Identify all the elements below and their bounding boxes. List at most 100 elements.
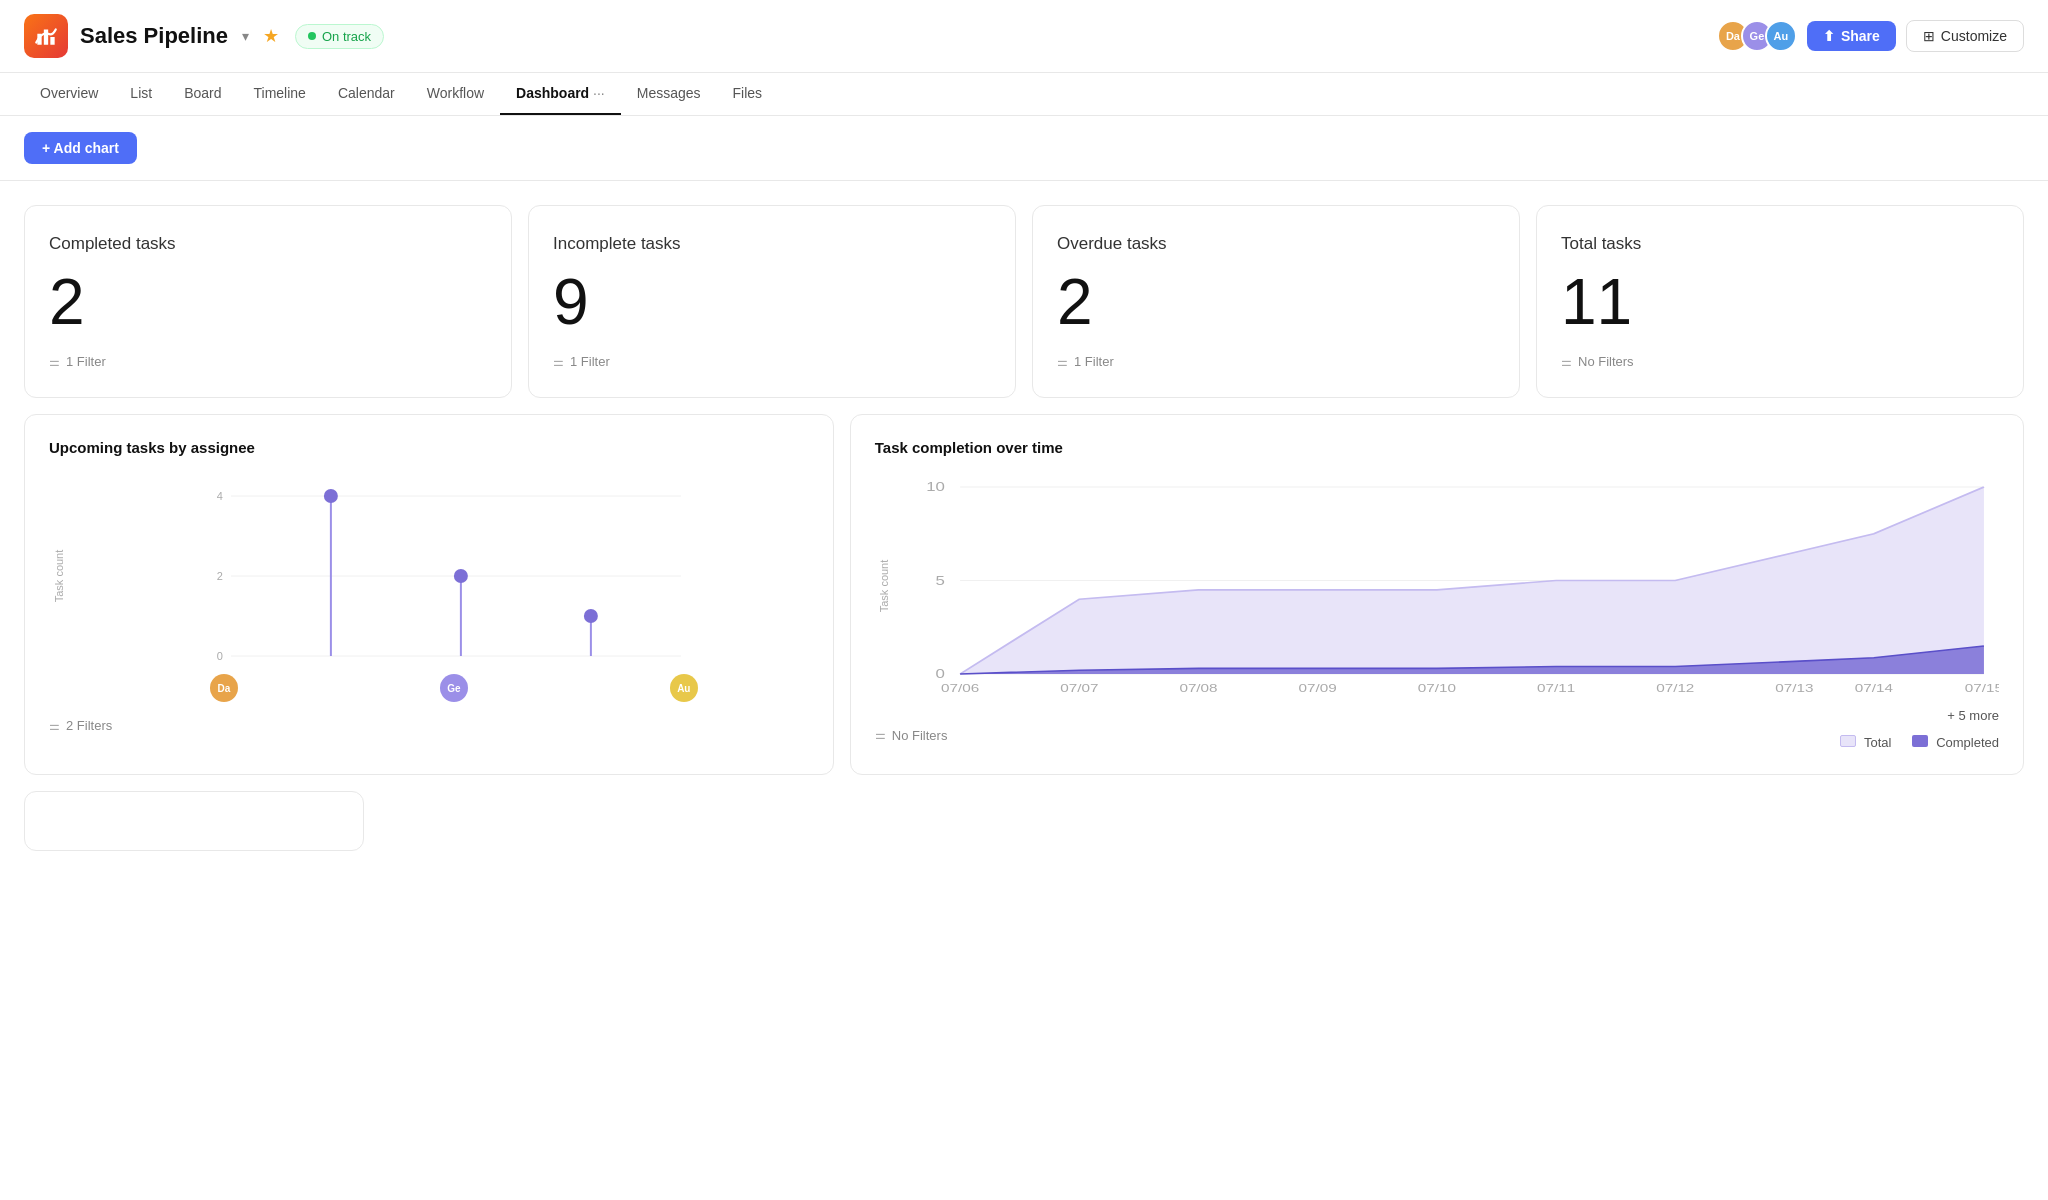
svg-text:4: 4 — [217, 490, 223, 502]
stat-total: Total tasks 11 ⚌ No Filters — [1536, 205, 2024, 398]
bar-chart-x-axis: Da Ge Au — [109, 674, 799, 702]
star-icon[interactable]: ★ — [263, 25, 279, 47]
add-chart-button[interactable]: + Add chart — [24, 132, 137, 164]
legend-total-swatch — [1840, 735, 1856, 747]
avatar-au-chart: Au — [670, 674, 698, 702]
stat-completed: Completed tasks 2 ⚌ 1 Filter — [24, 205, 512, 398]
bottom-partial-card — [24, 791, 364, 851]
svg-point-11 — [584, 609, 598, 623]
bar-chart-filter-label: 2 Filters — [66, 718, 112, 733]
svg-text:07/06: 07/06 — [941, 682, 979, 694]
svg-text:07/07: 07/07 — [1060, 682, 1098, 694]
stat-total-value: 11 — [1561, 270, 1632, 334]
share-icon: ⬆ — [1823, 28, 1835, 44]
area-chart-bottom: ⚌ No Filters + 5 more Total Completed — [875, 704, 1999, 750]
more-dates-label[interactable]: + 5 more — [1947, 708, 1999, 723]
bar-chart-area: Task count 4 2 0 — [49, 476, 809, 676]
svg-text:2: 2 — [217, 570, 223, 582]
project-title: Sales Pipeline — [80, 23, 228, 49]
status-badge[interactable]: On track — [295, 24, 384, 49]
svg-text:07/11: 07/11 — [1537, 682, 1575, 694]
status-dot-icon — [308, 32, 316, 40]
legend-completed-swatch — [1912, 735, 1928, 747]
stat-overdue: Overdue tasks 2 ⚌ 1 Filter — [1032, 205, 1520, 398]
stat-completed-filter[interactable]: ⚌ 1 Filter — [49, 354, 106, 369]
charts-row: Upcoming tasks by assignee Task count 4 … — [24, 414, 2024, 775]
stat-overdue-value: 2 — [1057, 270, 1093, 334]
chevron-icon[interactable]: ▾ — [242, 28, 249, 44]
customize-button[interactable]: ⊞ Customize — [1906, 20, 2024, 52]
svg-point-9 — [454, 569, 468, 583]
area-chart-svg: 10 5 0 07/06 07 — [899, 476, 1999, 696]
customize-label: Customize — [1941, 28, 2007, 44]
nav-messages[interactable]: Messages — [621, 73, 717, 115]
avatar-da-chart: Da — [210, 674, 238, 702]
stat-total-title: Total tasks — [1561, 234, 1641, 254]
nav-dashboard[interactable]: Dashboard ··· — [500, 73, 621, 115]
svg-text:5: 5 — [935, 574, 944, 587]
svg-text:07/12: 07/12 — [1656, 682, 1694, 694]
svg-text:07/09: 07/09 — [1298, 682, 1336, 694]
nav-board[interactable]: Board — [168, 73, 237, 115]
svg-text:07/14: 07/14 — [1855, 682, 1893, 694]
stats-row: Completed tasks 2 ⚌ 1 Filter Incomplete … — [24, 205, 2024, 398]
bar-chart-title: Upcoming tasks by assignee — [49, 439, 809, 456]
area-chart-card: Task completion over time Task count 10 … — [850, 414, 2024, 775]
area-chart-filter-label: No Filters — [892, 728, 948, 743]
filter-icon: ⚌ — [875, 728, 886, 742]
filter-icon: ⚌ — [553, 355, 564, 369]
svg-text:0: 0 — [935, 668, 944, 681]
stat-total-filter[interactable]: ⚌ No Filters — [1561, 354, 1634, 369]
svg-text:07/15: 07/15 — [1965, 682, 1999, 694]
avatar-ge-chart: Ge — [440, 674, 468, 702]
header-right: Da Ge Au ⬆ Share ⊞ Customize — [1709, 20, 2024, 52]
area-chart-title: Task completion over time — [875, 439, 1999, 456]
header: Sales Pipeline ▾ ★ On track Da Ge Au ⬆ S… — [0, 0, 2048, 73]
bar-chart-footer[interactable]: ⚌ 2 Filters — [49, 718, 809, 733]
nav-calendar[interactable]: Calendar — [322, 73, 411, 115]
bar-chart-y-axis-label: Task count — [53, 550, 65, 603]
area-chart-y-label-container: Task count — [875, 476, 895, 696]
customize-icon: ⊞ — [1923, 28, 1935, 44]
status-label: On track — [322, 29, 371, 44]
chart-legend: Total Completed — [1840, 735, 1999, 750]
share-button[interactable]: ⬆ Share — [1807, 21, 1896, 51]
app-icon — [24, 14, 68, 58]
area-chart-right: + 5 more Total Completed — [1840, 704, 1999, 750]
filter-icon: ⚌ — [49, 355, 60, 369]
stat-completed-value: 2 — [49, 270, 85, 334]
legend-completed: Completed — [1912, 735, 2000, 750]
svg-text:0: 0 — [217, 650, 223, 662]
nav-bar: Overview List Board Timeline Calendar Wo… — [0, 73, 2048, 116]
nav-workflow[interactable]: Workflow — [411, 73, 500, 115]
area-chart-footer[interactable]: ⚌ No Filters — [875, 728, 948, 743]
nav-files[interactable]: Files — [717, 73, 779, 115]
area-chart-area: Task count 10 5 0 — [875, 476, 1999, 696]
stat-incomplete: Incomplete tasks 9 ⚌ 1 Filter — [528, 205, 1016, 398]
avatar-au[interactable]: Au — [1765, 20, 1797, 52]
svg-text:10: 10 — [926, 481, 945, 494]
nav-list[interactable]: List — [114, 73, 168, 115]
svg-point-7 — [324, 489, 338, 503]
legend-total: Total — [1840, 735, 1892, 750]
legend-completed-label: Completed — [1936, 735, 1999, 750]
bar-chart-svg: 4 2 0 — [73, 476, 809, 676]
stat-completed-title: Completed tasks — [49, 234, 176, 254]
area-chart-y-axis-label: Task count — [879, 560, 891, 613]
stat-overdue-filter[interactable]: ⚌ 1 Filter — [1057, 354, 1114, 369]
nav-timeline[interactable]: Timeline — [238, 73, 322, 115]
main-content: Completed tasks 2 ⚌ 1 Filter Incomplete … — [0, 197, 2048, 875]
legend-total-label: Total — [1864, 735, 1891, 750]
filter-icon: ⚌ — [1561, 355, 1572, 369]
stat-incomplete-value: 9 — [553, 270, 589, 334]
app-logo-icon — [33, 23, 59, 49]
bar-chart-y-axis-label-container: Task count — [49, 476, 69, 676]
stat-incomplete-title: Incomplete tasks — [553, 234, 681, 254]
toolbar: + Add chart — [0, 116, 2048, 180]
nav-overview[interactable]: Overview — [24, 73, 114, 115]
svg-text:07/10: 07/10 — [1418, 682, 1456, 694]
filter-icon: ⚌ — [49, 719, 60, 733]
share-label: Share — [1841, 28, 1880, 44]
stat-incomplete-filter[interactable]: ⚌ 1 Filter — [553, 354, 610, 369]
avatar-group: Da Ge Au — [1717, 20, 1797, 52]
